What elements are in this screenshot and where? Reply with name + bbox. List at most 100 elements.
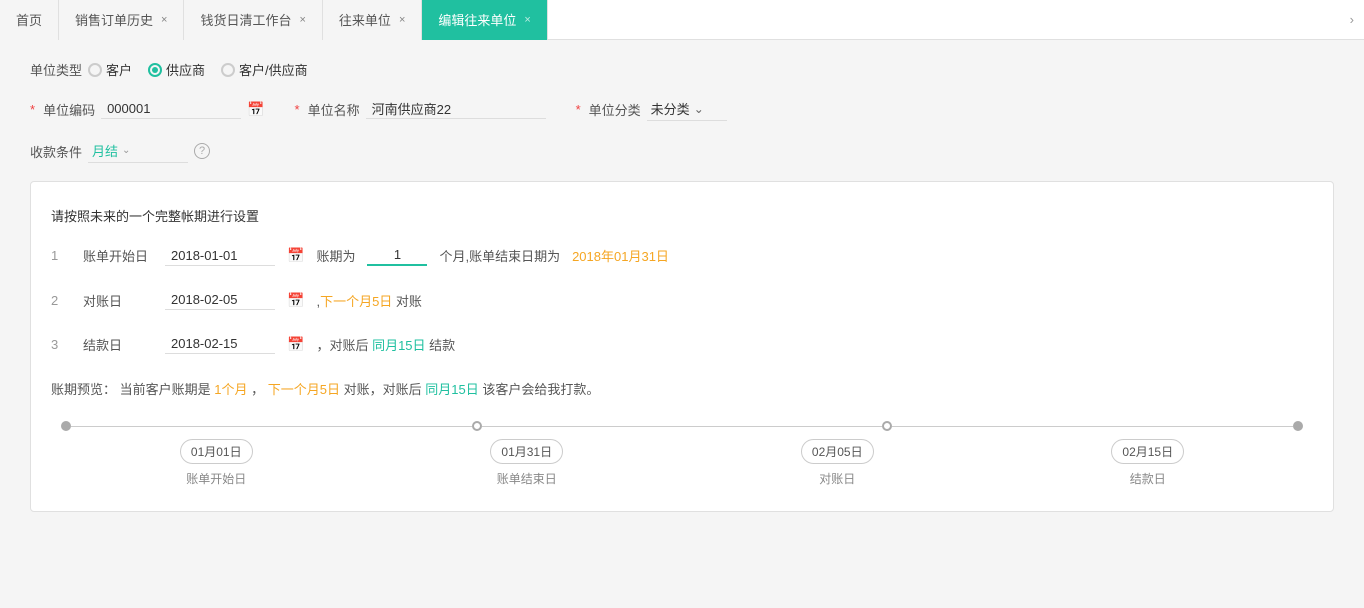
box-section: 请按照未来的一个完整帐期进行设置 1 账单开始日 📅 账期为 个月,账单结束日期… <box>30 181 1334 512</box>
close-counterpart[interactable]: × <box>399 14 405 26</box>
unit-code-field: * 单位编码 📅 <box>30 99 265 119</box>
payment-suffix: ，对账后 同月15日 结款 <box>316 335 455 354</box>
tl-dot-payment <box>1293 421 1303 431</box>
code-name-category-row: * 单位编码 📅 * 单位名称 * 单位分类 未分类 ⌄ <box>30 97 1334 121</box>
timeline-wrapper: 01月01日 账单开始日 01月31日 账单结束日 02月05日 对账日 02月… <box>51 421 1313 487</box>
category-chevron-icon: ⌄ <box>694 102 704 116</box>
payment-date-calendar-icon[interactable]: 📅 <box>287 336 304 353</box>
close-edit-counterpart[interactable]: × <box>524 14 530 26</box>
tl-dot-reconcile <box>882 421 892 431</box>
tl-node-start <box>61 421 71 431</box>
tabs-more-arrow[interactable]: › <box>1340 12 1364 27</box>
row-num-1: 1 <box>51 248 71 263</box>
tl-badge-end: 01月31日 <box>490 439 563 464</box>
radio-label-both: 客户/供应商 <box>239 60 308 79</box>
tl-segment-1 <box>71 426 472 427</box>
unit-category-value: 未分类 <box>651 99 690 118</box>
tabs-bar: 首页 销售订单历史 × 钱货日清工作台 × 往来单位 × 编辑往来单位 × › <box>0 0 1364 40</box>
radio-circle-both <box>221 63 235 77</box>
tl-sub-reconcile: 对账日 <box>819 470 855 487</box>
close-sales-history[interactable]: × <box>161 14 167 26</box>
radio-both[interactable]: 客户/供应商 <box>221 60 308 79</box>
unit-type-field: 单位类型 客户 供应商 客户/供应商 <box>30 60 308 79</box>
setting-row-3: 3 结款日 📅 ，对账后 同月15日 结款 <box>51 334 1313 354</box>
row-num-2: 2 <box>51 293 71 308</box>
tl-segment-3 <box>892 426 1293 427</box>
tl-sub-payment: 结款日 <box>1130 470 1166 487</box>
radio-circle-supplier <box>148 63 162 77</box>
unit-type-label: 单位类型 <box>30 60 82 79</box>
reconcile-suffix: ,下一个月5日 对账 <box>316 291 421 310</box>
payment-chevron-icon: ⌄ <box>122 145 130 156</box>
tab-edit-counterpart[interactable]: 编辑往来单位 × <box>422 0 547 40</box>
preview-text1: 当前客户账期是 <box>120 382 211 397</box>
period-input[interactable] <box>367 245 427 266</box>
radio-label-customer: 客户 <box>106 60 132 79</box>
period-before-text: 账期为 <box>316 246 355 265</box>
preview-text: 账期预览： 当前客户账期是 1个月 ， 下一个月5日 对账，对账后 同月15日 … <box>51 378 1313 401</box>
tl-node-reconcile <box>882 421 892 431</box>
preview-label: 账期预览： <box>51 382 116 397</box>
tl-label-start: 01月01日 账单开始日 <box>61 439 372 487</box>
payment-label: 收款条件 <box>30 142 82 161</box>
timeline-labels: 01月01日 账单开始日 01月31日 账单结束日 02月05日 对账日 02月… <box>61 439 1303 487</box>
unit-category-field: * 单位分类 未分类 ⌄ <box>576 97 727 121</box>
tl-node-payment <box>1293 421 1303 431</box>
tl-badge-payment: 02月15日 <box>1111 439 1184 464</box>
preview-text3: 对账，对账后 <box>344 382 422 397</box>
radio-supplier[interactable]: 供应商 <box>148 60 205 79</box>
radio-customer[interactable]: 客户 <box>88 60 132 79</box>
tab-sales-history[interactable]: 销售订单历史 × <box>59 0 184 40</box>
end-date-highlight: 2018年01月31日 <box>572 246 669 265</box>
tl-dot-end <box>472 421 482 431</box>
tl-node-end <box>472 421 482 431</box>
tl-sub-end: 账单结束日 <box>497 470 557 487</box>
radio-label-supplier: 供应商 <box>166 60 205 79</box>
unit-code-input[interactable] <box>101 99 241 119</box>
tl-label-reconcile: 02月05日 对账日 <box>682 439 993 487</box>
payment-date-input[interactable] <box>165 334 275 354</box>
payment-select[interactable]: 月结 ⌄ <box>88 139 188 163</box>
unit-type-row: 单位类型 客户 供应商 客户/供应商 <box>30 60 1334 79</box>
row-label-1: 账单开始日 <box>83 246 153 265</box>
preview-span2: 下一个月5日 <box>268 382 340 397</box>
reconcile-date-input[interactable] <box>165 290 275 310</box>
preview-span3: 同月15日 <box>425 382 478 397</box>
setting-row-1: 1 账单开始日 📅 账期为 个月,账单结束日期为 2018年01月31日 <box>51 245 1313 266</box>
setting-row-2: 2 对账日 📅 ,下一个月5日 对账 <box>51 290 1313 310</box>
reconcile-date-calendar-icon[interactable]: 📅 <box>287 292 304 309</box>
row-label-2: 对账日 <box>83 291 153 310</box>
code-star: * <box>30 102 35 117</box>
box-title: 请按照未来的一个完整帐期进行设置 <box>51 206 1313 225</box>
tl-dot-start <box>61 421 71 431</box>
unit-name-field: * 单位名称 <box>295 99 546 119</box>
tab-home[interactable]: 首页 <box>0 0 59 40</box>
unit-name-input[interactable] <box>366 99 546 119</box>
start-date-calendar-icon[interactable]: 📅 <box>287 247 304 264</box>
tl-label-end: 01月31日 账单结束日 <box>372 439 683 487</box>
period-after-text: 个月,账单结束日期为 <box>439 246 560 265</box>
category-star: * <box>576 102 581 117</box>
payment-row: 收款条件 月结 ⌄ ? <box>30 139 1334 163</box>
row-label-3: 结款日 <box>83 335 153 354</box>
unit-category-select[interactable]: 未分类 ⌄ <box>647 97 727 121</box>
name-star: * <box>295 102 300 117</box>
unit-name-label: 单位名称 <box>308 100 360 119</box>
payment-help-icon[interactable]: ? <box>194 143 210 159</box>
preview-text4: 该客户会给我打款。 <box>482 382 599 397</box>
payment-value: 月结 <box>92 141 118 160</box>
unit-category-label: 单位分类 <box>589 100 641 119</box>
row-num-3: 3 <box>51 337 71 352</box>
tab-counterpart[interactable]: 往来单位 × <box>323 0 422 40</box>
tl-segment-2 <box>482 426 883 427</box>
start-date-input[interactable] <box>165 246 275 266</box>
tl-badge-reconcile: 02月05日 <box>801 439 874 464</box>
code-calendar-icon[interactable]: 📅 <box>247 101 264 118</box>
tl-badge-start: 01月01日 <box>180 439 253 464</box>
unit-type-radio-group: 客户 供应商 客户/供应商 <box>88 60 308 79</box>
tab-cash-work[interactable]: 钱货日清工作台 × <box>184 0 322 40</box>
tl-label-payment: 02月15日 结款日 <box>993 439 1304 487</box>
unit-code-label: 单位编码 <box>43 100 95 119</box>
close-cash-work[interactable]: × <box>299 14 305 26</box>
preview-text2: ， <box>251 382 264 397</box>
